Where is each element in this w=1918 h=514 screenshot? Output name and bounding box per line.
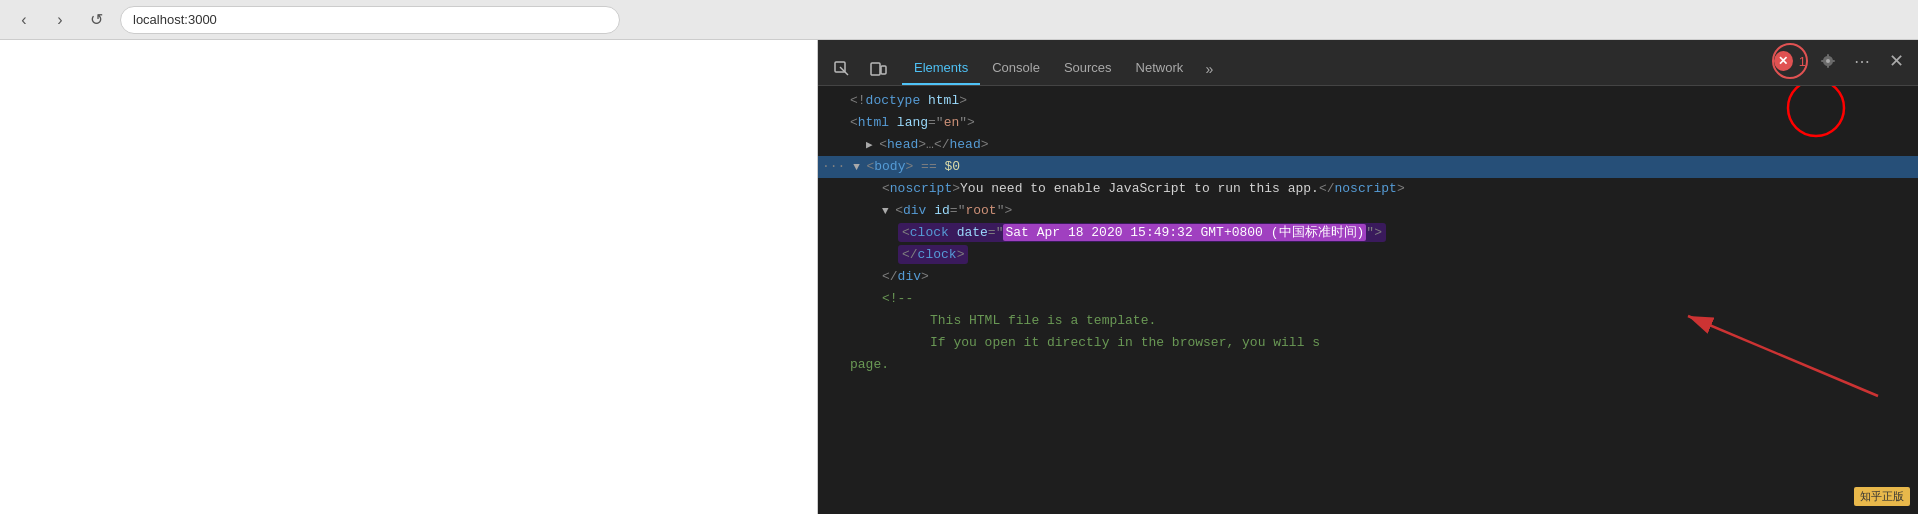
dom-doctype[interactable]: <!doctype html>: [818, 90, 1918, 112]
inspect-element-button[interactable]: [826, 53, 858, 85]
error-icon: ✕: [1774, 51, 1793, 71]
browser-controls: ‹ › ↺: [10, 6, 110, 34]
dom-div-root[interactable]: ▼ <div id="root">: [818, 200, 1918, 222]
devtools-toolbar-right: ✕ 1 ⋯ ✕: [1772, 43, 1910, 85]
forward-button[interactable]: ›: [46, 6, 74, 34]
devtools-panel: Elements Console Sources Network » ✕ 1: [818, 40, 1918, 514]
dom-comment-line-2[interactable]: If you open it directly in the browser, …: [818, 332, 1918, 354]
browser-bar: ‹ › ↺ localhost:3000: [0, 0, 1918, 40]
dom-comment-open[interactable]: <!--: [818, 288, 1918, 310]
tab-console[interactable]: Console: [980, 52, 1052, 85]
main-area: Elements Console Sources Network » ✕ 1: [0, 40, 1918, 514]
svg-line-1: [840, 67, 848, 75]
devtools-tabs: Elements Console Sources Network »: [902, 52, 1223, 85]
devtools-dom-tree: <!doctype html> <html lang="en"> ▶ <head…: [818, 86, 1918, 380]
dom-div-close[interactable]: </div>: [818, 266, 1918, 288]
dom-clock-open[interactable]: <clock date="Sat Apr 18 2020 15:49:32 GM…: [818, 222, 1918, 244]
dom-head[interactable]: ▶ <head>…</head>: [818, 134, 1918, 156]
dom-body[interactable]: ··· ▼ <body> == $0: [818, 156, 1918, 178]
address-bar[interactable]: localhost:3000: [120, 6, 620, 34]
page-content: [0, 40, 818, 514]
devtools-toolbar: Elements Console Sources Network » ✕ 1: [818, 40, 1918, 86]
settings-button[interactable]: [1814, 47, 1842, 75]
address-text: localhost:3000: [133, 12, 217, 27]
dom-html[interactable]: <html lang="en">: [818, 112, 1918, 134]
tab-network[interactable]: Network: [1124, 52, 1196, 85]
watermark: 知乎正版: [1854, 487, 1910, 506]
error-count: 1: [1799, 54, 1806, 69]
dom-page-end[interactable]: page.: [818, 354, 1918, 376]
dom-comment-line-1[interactable]: This HTML file is a template.: [818, 310, 1918, 332]
more-tabs-button[interactable]: »: [1195, 53, 1223, 85]
tab-sources[interactable]: Sources: [1052, 52, 1124, 85]
close-devtools-button[interactable]: ✕: [1882, 47, 1910, 75]
svg-rect-2: [871, 63, 880, 75]
error-badge[interactable]: ✕ 1: [1772, 43, 1808, 79]
back-button[interactable]: ‹: [10, 6, 38, 34]
device-toggle-button[interactable]: [862, 53, 894, 85]
more-options-button[interactable]: ⋯: [1848, 47, 1876, 75]
dom-noscript[interactable]: <noscript>You need to enable JavaScript …: [818, 178, 1918, 200]
svg-rect-3: [881, 66, 886, 74]
dom-clock-close[interactable]: </clock>: [818, 244, 1918, 266]
tab-elements[interactable]: Elements: [902, 52, 980, 85]
reload-button[interactable]: ↺: [82, 6, 110, 34]
devtools-content-wrapper: <!doctype html> <html lang="en"> ▶ <head…: [818, 86, 1918, 514]
